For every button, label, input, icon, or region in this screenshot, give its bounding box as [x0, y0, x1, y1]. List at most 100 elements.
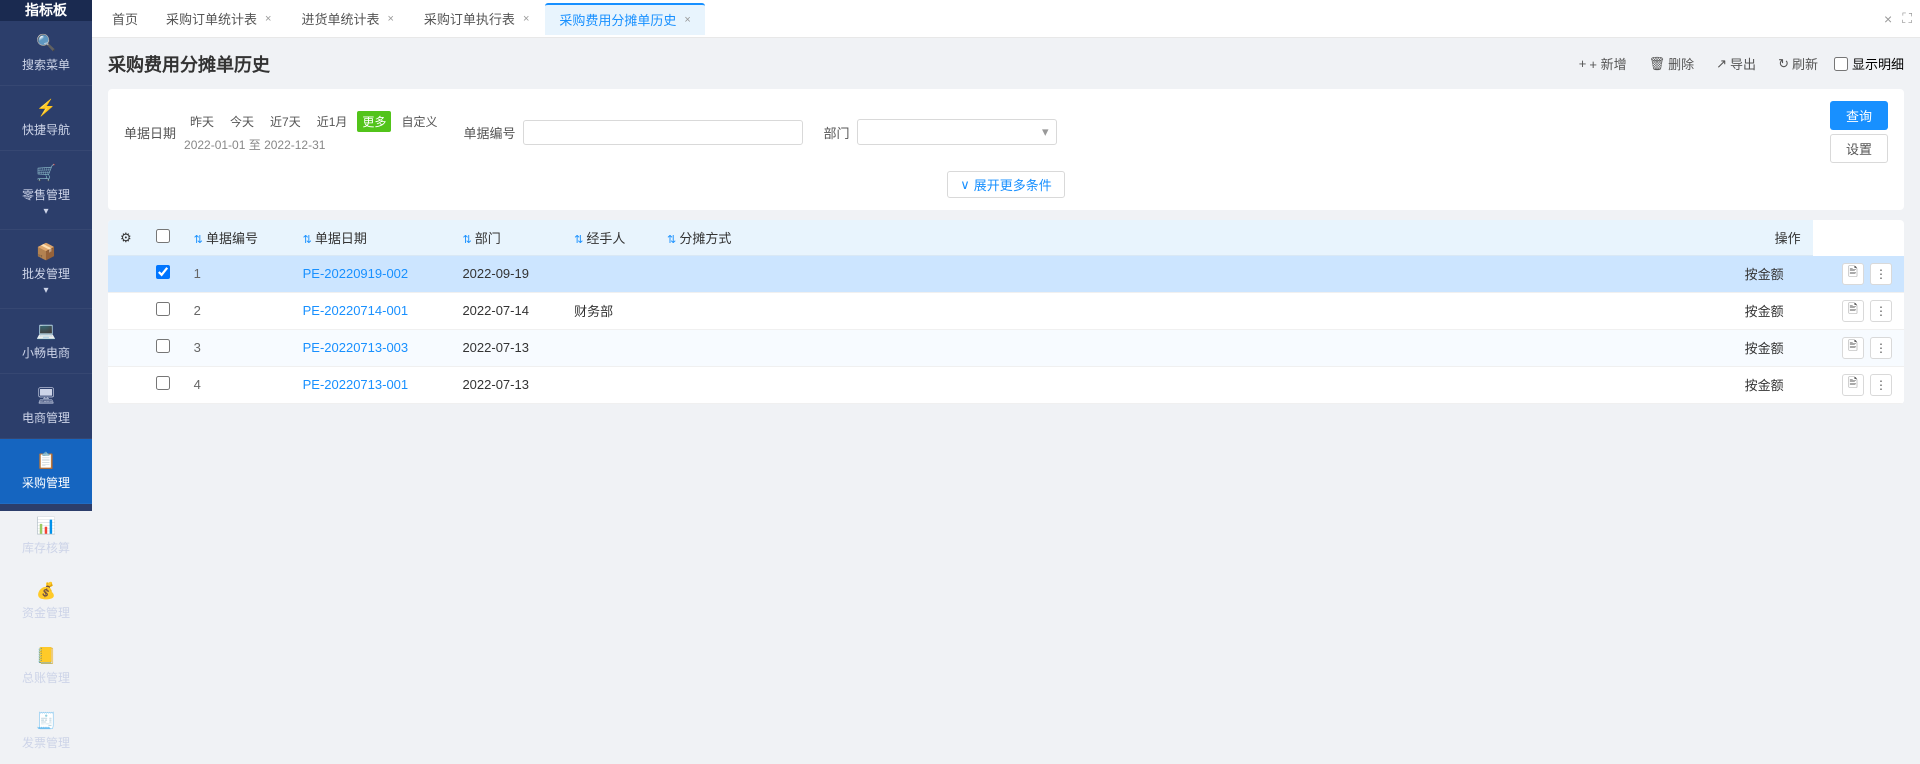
doc-no-link[interactable]: PE-20220919-002	[303, 266, 409, 281]
row-doc-no-cell: PE-20220714-001	[291, 292, 451, 329]
add-icon: +	[1579, 56, 1587, 71]
show-cols-toggle[interactable]: 显示明细	[1834, 54, 1904, 73]
row-more-button[interactable]: ⋮	[1870, 337, 1892, 359]
sidebar-item-label: 零售管理	[22, 186, 70, 203]
col-dept-label: 部门	[475, 231, 501, 246]
sidebar-item-quicknav[interactable]: ⚡ 快捷导航	[0, 86, 92, 151]
row-view-button[interactable]: 🖹	[1842, 337, 1864, 359]
row-view-button[interactable]: 🖹	[1842, 374, 1864, 396]
inventory-icon: 📊	[36, 516, 56, 536]
search-button[interactable]: 查询	[1830, 101, 1888, 130]
sidebar-item-ecom-small[interactable]: 💻 小畅电商	[0, 309, 92, 374]
ecom-small-icon: 💻	[36, 321, 56, 341]
doc-no-link[interactable]: PE-20220714-001	[303, 303, 409, 318]
refresh-label: 刷新	[1792, 54, 1818, 73]
sidebar-item-label: 电商管理	[22, 409, 70, 426]
tab-close-icon[interactable]: ×	[523, 13, 529, 25]
invoice-icon: 🧾	[36, 711, 56, 731]
row-checkbox[interactable]	[156, 376, 170, 390]
date-btn-7days[interactable]: 近7天	[264, 111, 307, 132]
row-settings-cell	[108, 256, 144, 293]
sidebar-item-purchase[interactable]: 📋 采购管理	[0, 439, 92, 504]
sidebar-item-ledger[interactable]: 📒 总账管理	[0, 634, 92, 699]
row-doc-no-cell: PE-20220713-003	[291, 329, 451, 366]
select-all-checkbox[interactable]	[156, 229, 170, 243]
tab-close-icon[interactable]: ×	[387, 13, 393, 25]
tab-close-icon[interactable]: ×	[684, 14, 690, 26]
row-more-button[interactable]: ⋮	[1870, 263, 1892, 285]
row-checkbox[interactable]	[156, 265, 170, 279]
date-btn-today[interactable]: 今天	[224, 111, 260, 132]
export-button[interactable]: ↗ 导出	[1710, 50, 1762, 77]
row-checkbox[interactable]	[156, 339, 170, 353]
doc-no-link[interactable]: PE-20220713-003	[303, 340, 409, 355]
row-view-button[interactable]: 🖹	[1842, 263, 1864, 285]
row-settings-cell	[108, 292, 144, 329]
tab-purchase-exec[interactable]: 采购订单执行表 ×	[410, 3, 543, 35]
sidebar-item-ecom[interactable]: 🖥 电商管理	[0, 374, 92, 439]
row-more-button[interactable]: ⋮	[1870, 300, 1892, 322]
table-header-row: ⚙ ⇅ 单据编号 ⇅ 单据日期	[108, 220, 1904, 256]
sort-icon: ⇅	[462, 234, 474, 246]
row-doc-date-cell: 2022-07-13	[450, 366, 562, 403]
settings-button[interactable]: 设置	[1830, 134, 1888, 163]
sidebar-item-label: 采购管理	[22, 474, 70, 491]
gear-icon: ⚙	[120, 230, 132, 245]
sidebar-item-invoice[interactable]: 🧾 发票管理	[0, 699, 92, 764]
search-buttons: 查询 设置	[1830, 101, 1888, 163]
tab-purchase-expense-history[interactable]: 采购费用分摊单历史 ×	[545, 3, 704, 35]
row-split-method-cell: 按金额	[1733, 366, 1813, 403]
date-btn-more[interactable]: 更多	[357, 111, 391, 132]
row-view-button[interactable]: 🖹	[1842, 300, 1864, 322]
search-area: 单据日期 昨天 今天 近7天 近1月 更多 自定义 2022-01-01 至 2…	[108, 89, 1904, 210]
tab-label: 采购费用分摊单历史	[559, 10, 676, 29]
date-btn-yesterday[interactable]: 昨天	[184, 111, 220, 132]
add-button[interactable]: + + 新增	[1573, 50, 1633, 77]
tab-inbound-stats[interactable]: 进货单统计表 ×	[287, 3, 407, 35]
doc-no-link[interactable]: PE-20220713-001	[303, 377, 409, 392]
tab-purchase-order-stats[interactable]: 采购订单统计表 ×	[152, 3, 285, 35]
row-split-method-cell: 按金额	[1733, 256, 1813, 293]
row-checkbox-cell	[144, 366, 182, 403]
row-num-cell: 4	[182, 366, 291, 403]
date-options: 昨天 今天 近7天 近1月 更多 自定义 2022-01-01 至 2022-1…	[184, 111, 443, 153]
sidebar-item-search[interactable]: 🔍 搜索菜单	[0, 21, 92, 86]
refresh-button[interactable]: ↻ 刷新	[1772, 50, 1824, 77]
doc-no-field: 单据编号	[463, 120, 803, 145]
date-btn-custom[interactable]: 自定义	[395, 111, 443, 132]
date-btn-1month[interactable]: 近1月	[311, 111, 354, 132]
sidebar-item-finance[interactable]: 💰 资金管理	[0, 569, 92, 634]
tab-home[interactable]: 首页	[100, 3, 150, 35]
col-handler: ⇅ 经手人	[562, 220, 655, 256]
ledger-icon: 📒	[36, 646, 56, 666]
col-doc-no: ⇅ 单据编号	[182, 220, 291, 256]
row-checkbox[interactable]	[156, 302, 170, 316]
expand-button[interactable]: ∨ 展开更多条件	[947, 171, 1065, 198]
window-maximize-icon[interactable]: ⛶	[1902, 10, 1912, 27]
row-more-button[interactable]: ⋮	[1870, 374, 1892, 396]
expand-row: ∨ 展开更多条件	[124, 171, 1888, 198]
sidebar-item-inventory[interactable]: 📊 库存核算	[0, 504, 92, 569]
delete-button[interactable]: 🗑 删除	[1643, 50, 1701, 77]
tab-close-icon[interactable]: ×	[265, 13, 271, 25]
sidebar-item-retail[interactable]: 🛒 零售管理 ▾	[0, 151, 92, 230]
purchase-icon: 📋	[36, 451, 56, 471]
sort-icon: ⇅	[574, 234, 586, 246]
page-title: 采购费用分摊单历史	[108, 51, 270, 77]
row-actions-cell: 🖹 ⋮	[1813, 366, 1904, 403]
col-settings[interactable]: ⚙	[108, 220, 144, 256]
doc-no-input[interactable]	[523, 120, 803, 145]
sidebar-logo: 指标板	[0, 0, 92, 21]
sidebar-item-wholesale[interactable]: 📦 批发管理 ▾	[0, 230, 92, 309]
col-handler-label: 经手人	[586, 231, 625, 246]
data-table: ⚙ ⇅ 单据编号 ⇅ 单据日期	[108, 220, 1904, 404]
window-close-icon[interactable]: ×	[1884, 11, 1892, 27]
row-dept-cell	[562, 366, 655, 403]
dept-select[interactable]: ▾	[857, 119, 1057, 145]
show-cols-checkbox[interactable]	[1834, 57, 1848, 71]
row-handler-cell	[655, 366, 1733, 403]
row-num-cell: 1	[182, 256, 291, 293]
row-checkbox-cell	[144, 256, 182, 293]
row-settings-cell	[108, 329, 144, 366]
table-row: 4 PE-20220713-001 2022-07-13 按金额 🖹 ⋮	[108, 366, 1904, 403]
